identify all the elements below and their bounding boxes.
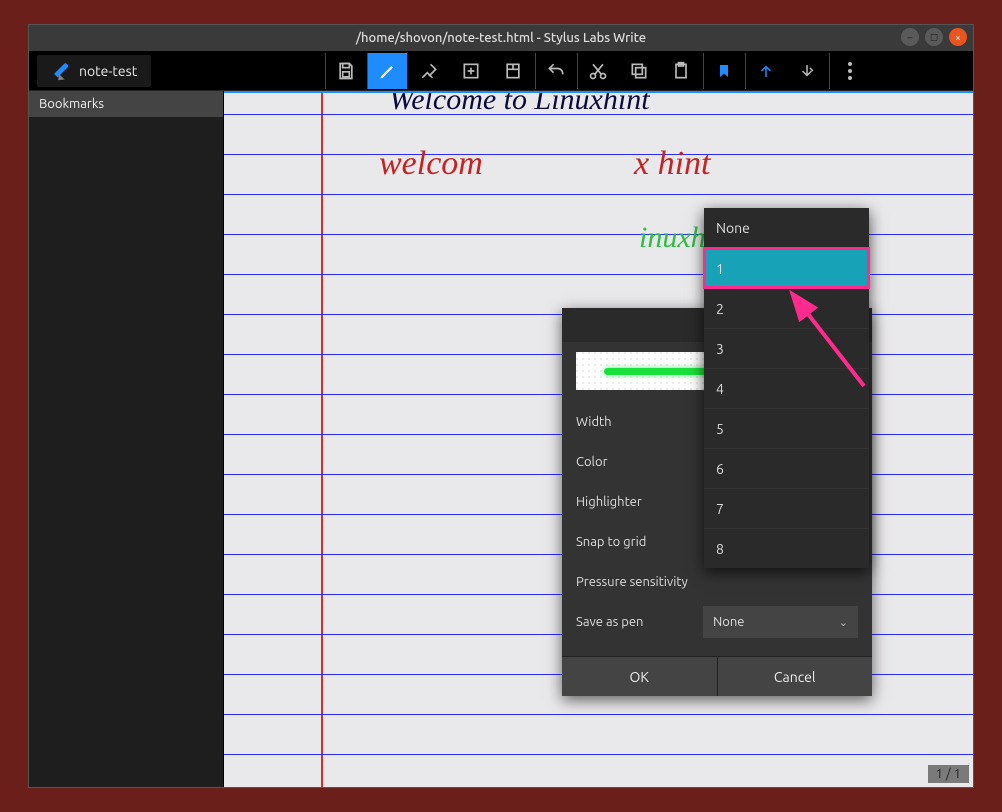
row-save-as: Save as pen None ⌄ xyxy=(576,602,858,642)
app-window: /home/shovon/note-test.html - Stylus Lab… xyxy=(28,24,974,788)
minimize-icon[interactable]: – xyxy=(901,28,919,46)
label-save-as: Save as pen xyxy=(576,615,693,629)
maximize-icon[interactable]: ◻ xyxy=(925,28,943,46)
window-controls: – ◻ × xyxy=(901,28,967,46)
stroke-eraser-icon xyxy=(419,61,439,81)
close-icon[interactable]: × xyxy=(949,28,967,46)
sidebar-title: Bookmarks xyxy=(29,91,223,117)
chevron-down-icon: ⌄ xyxy=(839,616,848,629)
bookmark-button[interactable] xyxy=(703,53,743,89)
bookmark-icon xyxy=(716,61,732,81)
pen-tool-button[interactable] xyxy=(367,53,407,89)
paste-icon xyxy=(671,61,691,81)
insert-space-icon xyxy=(461,61,481,81)
dropdown-item-7[interactable]: 7 xyxy=(704,488,869,528)
handwriting-line-1: Welcome to Linuxhint xyxy=(389,91,650,117)
page-layout-button[interactable] xyxy=(493,53,533,89)
page-layout-icon xyxy=(503,61,523,81)
next-page-icon xyxy=(798,61,816,81)
save-as-pen-select[interactable]: None ⌄ xyxy=(703,606,858,638)
undo-button[interactable] xyxy=(535,53,575,89)
dropdown-item-4[interactable]: 4 xyxy=(704,368,869,408)
dropdown-item-6[interactable]: 6 xyxy=(704,448,869,488)
prev-page-icon xyxy=(757,61,775,81)
paste-button[interactable] xyxy=(661,53,701,89)
dropdown-item-1[interactable]: 1 xyxy=(704,248,869,288)
handwriting-line-2-right: x hint xyxy=(634,145,710,183)
stroke-eraser-button[interactable] xyxy=(409,53,449,89)
label-pressure: Pressure sensitivity xyxy=(576,575,858,589)
save-as-pen-dropdown: None 1 2 3 4 5 6 7 8 xyxy=(704,208,869,568)
copy-button[interactable] xyxy=(619,53,659,89)
body-area: Bookmarks Welcome to Linuxhint welcom x … xyxy=(29,91,973,787)
titlebar: /home/shovon/note-test.html - Stylus Lab… xyxy=(29,25,973,51)
insert-space-button[interactable] xyxy=(451,53,491,89)
ok-button[interactable]: OK xyxy=(562,656,717,696)
dropdown-item-3[interactable]: 3 xyxy=(704,328,869,368)
dialog-buttons: OK Cancel xyxy=(562,656,872,696)
dropdown-item-none[interactable]: None xyxy=(704,208,869,248)
cut-button[interactable] xyxy=(577,53,617,89)
row-pressure: Pressure sensitivity xyxy=(576,562,858,602)
cut-icon xyxy=(588,61,608,81)
handwriting-line-2-left: welcom xyxy=(379,145,483,183)
page-counter: 1 / 1 xyxy=(928,765,969,783)
next-page-button[interactable] xyxy=(787,53,827,89)
overflow-menu-button[interactable] xyxy=(829,53,869,89)
document-tab[interactable]: note-test xyxy=(37,55,151,87)
save-icon xyxy=(336,61,356,81)
toolbar: note-test xyxy=(29,51,973,91)
dropdown-item-5[interactable]: 5 xyxy=(704,408,869,448)
prev-page-button[interactable] xyxy=(745,53,785,89)
save-button[interactable] xyxy=(325,53,365,89)
overflow-menu-icon xyxy=(847,61,853,81)
document-tab-icon xyxy=(51,60,73,82)
save-as-pen-value: None xyxy=(713,615,745,629)
dropdown-item-2[interactable]: 2 xyxy=(704,288,869,328)
dropdown-item-8[interactable]: 8 xyxy=(704,528,869,568)
titlebar-title: /home/shovon/note-test.html - Stylus Lab… xyxy=(356,31,646,45)
sidebar: Bookmarks xyxy=(29,91,224,787)
cancel-button[interactable]: Cancel xyxy=(717,656,873,696)
undo-icon xyxy=(546,61,566,81)
pen-icon xyxy=(378,61,398,81)
copy-icon xyxy=(629,61,649,81)
canvas[interactable]: Welcome to Linuxhint welcom x hint inuxh… xyxy=(224,91,973,787)
document-tab-title: note-test xyxy=(79,63,137,79)
